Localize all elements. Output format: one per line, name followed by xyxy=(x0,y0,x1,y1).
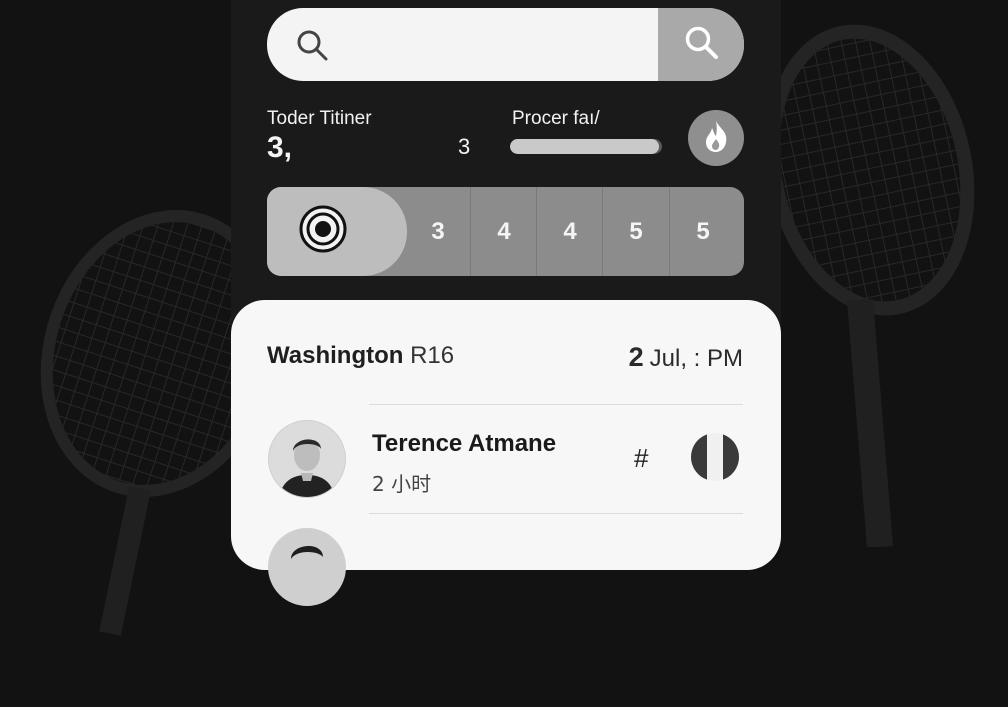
avatar xyxy=(268,528,346,606)
round-value[interactable]: 5 xyxy=(670,187,736,276)
search-icon xyxy=(295,28,329,67)
round-value[interactable]: 4 xyxy=(537,187,603,276)
match-round: R16 xyxy=(410,342,455,369)
match-date-day: 2 xyxy=(628,342,644,372)
stat-value-left: 3, xyxy=(267,131,293,164)
search-input[interactable] xyxy=(337,8,641,81)
match-date: 2 Jul, : PM xyxy=(629,342,743,373)
avatar xyxy=(268,420,346,498)
player-name[interactable]: Terence Atmane xyxy=(372,430,556,458)
player-rank: # xyxy=(634,443,649,473)
target-icon xyxy=(267,205,347,258)
stat-label-right: Procer faı/ xyxy=(512,108,600,129)
progress-fill xyxy=(510,139,659,154)
match-location: Washington xyxy=(267,342,404,369)
search-icon xyxy=(683,24,719,65)
flame-icon xyxy=(702,119,730,158)
round-value[interactable]: 3 xyxy=(405,187,471,276)
search-button[interactable] xyxy=(658,8,744,81)
round-value[interactable]: 4 xyxy=(471,187,537,276)
progress-bar xyxy=(510,139,662,154)
search-bar[interactable] xyxy=(267,8,744,81)
match-date-text: Jul, : PM xyxy=(649,345,743,372)
rounds-bar[interactable]: 3 4 4 5 5 xyxy=(267,187,744,276)
flag-icon xyxy=(691,433,739,481)
match-card[interactable]: Washington R16 2 Jul, : PM Terence Atmane… xyxy=(231,300,781,606)
stat-value-middle: 3 xyxy=(458,134,471,159)
target-segment[interactable] xyxy=(267,187,407,276)
stat-label-left: Toder Titiner xyxy=(267,108,372,129)
match-title: Washington R16 xyxy=(267,342,454,370)
flame-button[interactable] xyxy=(688,110,744,166)
tennis-racket-right-icon xyxy=(770,24,975,547)
round-value[interactable]: 5 xyxy=(603,187,669,276)
player-subtitle: 2 小时 xyxy=(372,472,432,496)
divider xyxy=(369,404,743,405)
divider xyxy=(369,513,743,514)
